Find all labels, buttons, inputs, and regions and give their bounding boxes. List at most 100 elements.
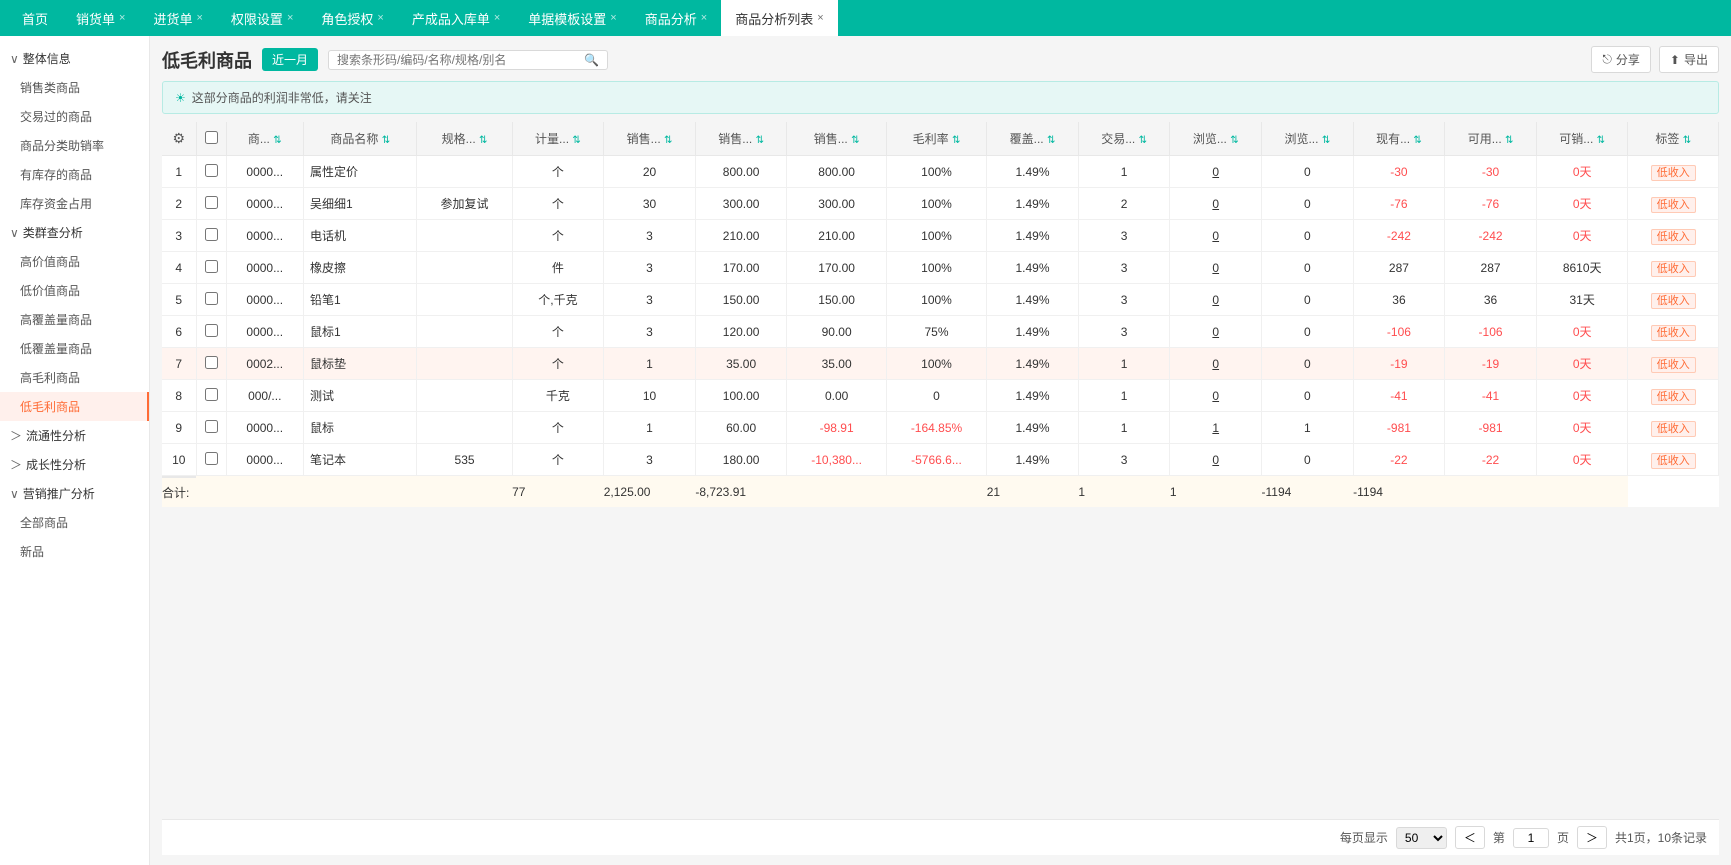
close-icon[interactable]: × (701, 12, 707, 24)
row-checkbox[interactable] (196, 188, 226, 220)
browse-link[interactable]: 0 (1212, 357, 1219, 371)
search-icon[interactable]: 🔍 (584, 53, 599, 67)
sort-icon[interactable]: ⇅ (1139, 135, 1147, 146)
sort-icon[interactable]: ⇅ (756, 135, 764, 146)
sort-icon[interactable]: ⇅ (1597, 135, 1605, 146)
nav-purchase-order[interactable]: 进货单 × (139, 0, 216, 36)
search-input[interactable] (337, 53, 584, 67)
sidebar-item-in-stock[interactable]: 有库存的商品 (0, 160, 149, 189)
sort-icon[interactable]: ⇅ (273, 135, 281, 146)
nav-goods-analysis[interactable]: 商品分析 × (631, 0, 721, 36)
sidebar-group-cluster[interactable]: ∨ 类群查分析 (0, 218, 149, 247)
th-unit[interactable]: 计量... ⇅ (512, 122, 604, 156)
browse-link[interactable]: 0 (1212, 389, 1219, 403)
date-filter-button[interactable]: 近一月 (262, 48, 318, 71)
sidebar-group-circulation[interactable]: ＞ 流通性分析 (0, 421, 149, 450)
sort-icon[interactable]: ⇅ (382, 135, 390, 146)
share-button[interactable]: ⎋ 分享 (1591, 46, 1651, 73)
th-price[interactable]: 销售... ⇅ (695, 122, 787, 156)
th-margin[interactable]: 覆盖... ⇅ (987, 122, 1079, 156)
browse-link[interactable]: 0 (1212, 165, 1219, 179)
nav-product-entry[interactable]: 产成品入库单 × (398, 0, 514, 36)
sidebar-item-new-goods[interactable]: 新品 (0, 537, 149, 566)
row-select-checkbox[interactable] (205, 324, 218, 337)
sort-icon[interactable]: ⇅ (1683, 135, 1691, 146)
close-icon[interactable]: × (119, 12, 125, 24)
close-icon[interactable]: × (817, 12, 823, 24)
sidebar-item-traded-goods[interactable]: 交易过的商品 (0, 102, 149, 131)
settings-icon[interactable]: ⚙ (172, 130, 185, 146)
row-select-checkbox[interactable] (205, 196, 218, 209)
row-select-checkbox[interactable] (205, 356, 218, 369)
close-icon[interactable]: × (287, 12, 293, 24)
browse-link[interactable]: 0 (1212, 453, 1219, 467)
browse-link[interactable]: 0 (1212, 229, 1219, 243)
row-select-checkbox[interactable] (205, 292, 218, 305)
sidebar-item-capital[interactable]: 库存资金占用 (0, 189, 149, 218)
sort-icon[interactable]: ⇅ (851, 135, 859, 146)
next-page-button[interactable]: ＞ (1577, 826, 1607, 849)
table-wrapper[interactable]: ⚙ 商... ⇅ 商品名称 ⇅ 规格... ⇅ 计量... ⇅ 销售... ⇅ … (162, 122, 1719, 819)
th-gross[interactable]: 毛利率 ⇅ (886, 122, 986, 156)
th-browse1[interactable]: 浏览... ⇅ (1170, 122, 1262, 156)
browse-link[interactable]: 0 (1212, 293, 1219, 307)
row-checkbox[interactable] (196, 156, 226, 188)
th-code[interactable]: 商... ⇅ (226, 122, 304, 156)
nav-permission[interactable]: 权限设置 × (217, 0, 307, 36)
sort-icon[interactable]: ⇅ (1322, 135, 1330, 146)
sort-icon[interactable]: ⇅ (1230, 135, 1238, 146)
select-all-checkbox[interactable] (205, 131, 218, 144)
th-sale-amt[interactable]: 销售... ⇅ (787, 122, 886, 156)
sidebar-item-high-coverage[interactable]: 高覆盖量商品 (0, 305, 149, 334)
th-browse2[interactable]: 浏览... ⇅ (1262, 122, 1354, 156)
row-select-checkbox[interactable] (205, 388, 218, 401)
th-tag[interactable]: 标签 ⇅ (1628, 122, 1719, 156)
row-select-checkbox[interactable] (205, 164, 218, 177)
th-days[interactable]: 可销... ⇅ (1536, 122, 1628, 156)
sidebar-item-low-margin[interactable]: 低毛利商品 (0, 392, 149, 421)
sort-icon[interactable]: ⇅ (1413, 135, 1421, 146)
sort-icon[interactable]: ⇅ (952, 135, 960, 146)
close-icon[interactable]: × (377, 12, 383, 24)
browse-link[interactable]: 1 (1212, 421, 1219, 435)
close-icon[interactable]: × (610, 12, 616, 24)
prev-page-button[interactable]: ＜ (1455, 826, 1485, 849)
row-checkbox[interactable] (196, 348, 226, 380)
row-checkbox[interactable] (196, 380, 226, 412)
sidebar-group-overall[interactable]: ∨ 整体信息 (0, 44, 149, 73)
row-checkbox[interactable] (196, 316, 226, 348)
th-spec[interactable]: 规格... ⇅ (417, 122, 512, 156)
sort-icon[interactable]: ⇅ (572, 135, 580, 146)
th-stock[interactable]: 现有... ⇅ (1353, 122, 1445, 156)
sort-icon[interactable]: ⇅ (479, 135, 487, 146)
browse-link[interactable]: 0 (1212, 197, 1219, 211)
per-page-select[interactable]: 50 100 200 (1396, 827, 1447, 849)
row-select-checkbox[interactable] (205, 452, 218, 465)
sort-icon[interactable]: ⇅ (664, 135, 672, 146)
export-button[interactable]: ⬆ 导出 (1659, 46, 1719, 73)
row-checkbox[interactable] (196, 252, 226, 284)
row-select-checkbox[interactable] (205, 228, 218, 241)
row-checkbox[interactable] (196, 284, 226, 316)
row-select-checkbox[interactable] (205, 260, 218, 273)
sidebar-item-sales-goods[interactable]: 销售类商品 (0, 73, 149, 102)
nav-template[interactable]: 单据模板设置 × (514, 0, 630, 36)
sidebar-item-high-value[interactable]: 高价值商品 (0, 247, 149, 276)
nav-role-auth[interactable]: 角色授权 × (307, 0, 397, 36)
sidebar-item-low-coverage[interactable]: 低覆盖量商品 (0, 334, 149, 363)
th-checkbox[interactable] (196, 122, 226, 156)
sidebar-group-growth[interactable]: ＞ 成长性分析 (0, 450, 149, 479)
close-icon[interactable]: × (196, 12, 202, 24)
sidebar-item-low-value[interactable]: 低价值商品 (0, 276, 149, 305)
nav-sales-order[interactable]: 销货单 × (62, 0, 139, 36)
row-checkbox[interactable] (196, 220, 226, 252)
th-settings[interactable]: ⚙ (162, 122, 196, 156)
row-select-checkbox[interactable] (205, 420, 218, 433)
sort-icon[interactable]: ⇅ (1047, 135, 1055, 146)
sidebar-item-category-rate[interactable]: 商品分类助销率 (0, 131, 149, 160)
nav-home[interactable]: 首页 (8, 0, 62, 36)
sidebar-item-high-margin[interactable]: 高毛利商品 (0, 363, 149, 392)
row-checkbox[interactable] (196, 444, 226, 476)
th-qty[interactable]: 销售... ⇅ (604, 122, 696, 156)
nav-goods-analysis-list[interactable]: 商品分析列表 × (721, 0, 837, 36)
